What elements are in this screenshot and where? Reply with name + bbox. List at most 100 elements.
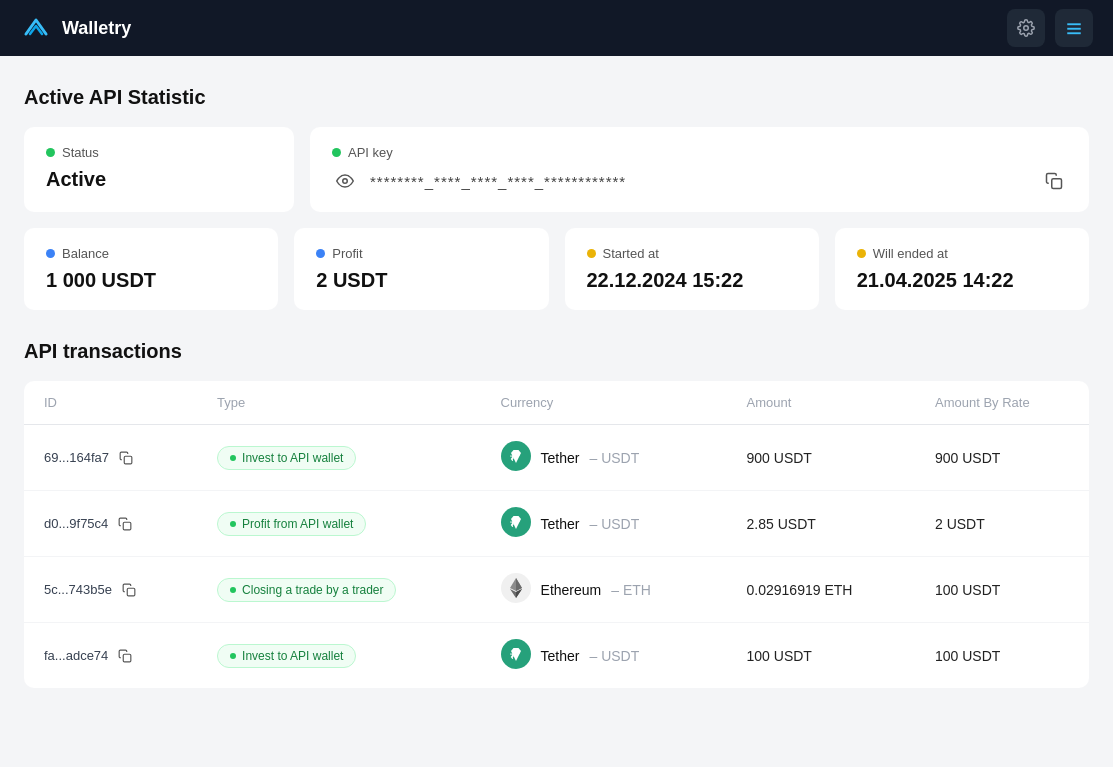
tx-id-cell: d0...9f75c4: [24, 491, 197, 557]
page-title: Active API Statistic: [24, 86, 1089, 109]
tx-type-cell: Invest to API wallet: [197, 623, 481, 689]
svg-rect-5: [1052, 179, 1062, 189]
type-badge: Closing a trade by a trader: [217, 578, 396, 602]
currency-ticker: – ETH: [611, 582, 651, 598]
balance-card: Balance 1 000 USDT: [24, 228, 278, 310]
will-ended-at-label: Will ended at: [857, 246, 1067, 261]
settings-button[interactable]: [1007, 9, 1045, 47]
copy-tx-id-button[interactable]: [120, 581, 138, 599]
col-type: Type: [197, 381, 481, 425]
transactions-title: API transactions: [24, 340, 1089, 363]
main-content: Active API Statistic Status Active API k…: [0, 56, 1113, 718]
type-badge-dot: [230, 587, 236, 593]
will-ended-at-value: 21.04.2025 14:22: [857, 269, 1067, 292]
status-dot: [46, 148, 55, 157]
api-key-masked: ********_****_****_****_************: [370, 173, 1029, 190]
currency-name: Tether: [541, 450, 580, 466]
tx-id-text: d0...9f75c4: [44, 516, 108, 531]
profit-card: Profit 2 USDT: [294, 228, 548, 310]
table-body: 69...164fa7 Invest to API wallet: [24, 425, 1089, 689]
table-row: 69...164fa7 Invest to API wallet: [24, 425, 1089, 491]
svg-rect-6: [124, 456, 132, 464]
started-at-card: Started at 22.12.2024 15:22: [565, 228, 819, 310]
tx-type-cell: Profit from API wallet: [197, 491, 481, 557]
tx-id-text: 69...164fa7: [44, 450, 109, 465]
navbar: Walletry: [0, 0, 1113, 56]
type-badge: Profit from API wallet: [217, 512, 366, 536]
currency-name: Ethereum: [541, 582, 602, 598]
copy-api-key-button[interactable]: [1041, 168, 1067, 194]
type-text: Invest to API wallet: [242, 451, 343, 465]
currency-icon: [501, 573, 531, 606]
type-badge: Invest to API wallet: [217, 446, 356, 470]
tx-type-cell: Closing a trade by a trader: [197, 557, 481, 623]
currency-name: Tether: [541, 648, 580, 664]
will-ended-at-card: Will ended at 21.04.2025 14:22: [835, 228, 1089, 310]
tx-id-cell: 5c...743b5e: [24, 557, 197, 623]
top-cards-row: Status Active API key ********_****_****…: [24, 127, 1089, 212]
currency-icon: ₮: [501, 441, 531, 474]
tx-amount-by-rate-cell: 100 USDT: [915, 557, 1089, 623]
bottom-cards-row: Balance 1 000 USDT Profit 2 USDT Started…: [24, 228, 1089, 310]
eye-icon: [336, 172, 354, 190]
brand-name: Walletry: [62, 18, 131, 39]
copy-icon: [122, 583, 136, 597]
started-at-dot: [587, 249, 596, 258]
table-row: d0...9f75c4 Profit from API wallet: [24, 491, 1089, 557]
type-text: Profit from API wallet: [242, 517, 353, 531]
api-dot: [332, 148, 341, 157]
started-at-value: 22.12.2024 15:22: [587, 269, 797, 292]
table-row: fa...adce74 Invest to API wallet: [24, 623, 1089, 689]
type-text: Closing a trade by a trader: [242, 583, 383, 597]
svg-point-0: [1024, 26, 1029, 31]
table-header: ID Type Currency Amount Amount By Rate: [24, 381, 1089, 425]
tx-amount-cell: 900 USDT: [727, 425, 915, 491]
type-badge-dot: [230, 653, 236, 659]
tx-id-text: fa...adce74: [44, 648, 108, 663]
type-badge-dot: [230, 521, 236, 527]
copy-tx-id-button[interactable]: [117, 449, 135, 467]
balance-dot: [46, 249, 55, 258]
status-value: Active: [46, 168, 272, 191]
tx-amount-cell: 2.85 USDT: [727, 491, 915, 557]
currency-ticker: – USDT: [589, 450, 639, 466]
tx-id-cell: fa...adce74: [24, 623, 197, 689]
will-ended-at-dot: [857, 249, 866, 258]
currency-icon: ₮: [501, 507, 531, 540]
gear-icon: [1017, 19, 1035, 37]
currency-ticker: – USDT: [589, 516, 639, 532]
type-badge-dot: [230, 455, 236, 461]
currency-cell: ₮ Tether – USDT: [501, 507, 707, 540]
copy-tx-id-button[interactable]: [116, 647, 134, 665]
profit-dot: [316, 249, 325, 258]
tx-type-cell: Invest to API wallet: [197, 425, 481, 491]
menu-icon: [1065, 19, 1083, 37]
brand: Walletry: [20, 12, 131, 44]
transactions-table: ID Type Currency Amount Amount By Rate 6…: [24, 381, 1089, 688]
show-api-key-button[interactable]: [332, 168, 358, 194]
currency-icon: ₮: [501, 639, 531, 672]
tx-amount-cell: 0.02916919 ETH: [727, 557, 915, 623]
balance-label: Balance: [46, 246, 256, 261]
col-id: ID: [24, 381, 197, 425]
svg-point-4: [343, 179, 348, 184]
table-row: 5c...743b5e Closing a trade by a trader: [24, 557, 1089, 623]
tx-amount-by-rate-cell: 100 USDT: [915, 623, 1089, 689]
transactions-table-container: ID Type Currency Amount Amount By Rate 6…: [24, 381, 1089, 688]
menu-button[interactable]: [1055, 9, 1093, 47]
tx-amount-by-rate-cell: 900 USDT: [915, 425, 1089, 491]
transactions-section: API transactions ID Type Currency Amount…: [24, 340, 1089, 688]
logo-icon: [20, 12, 52, 44]
currency-ticker: – USDT: [589, 648, 639, 664]
tx-currency-cell: Ethereum – ETH: [481, 557, 727, 623]
col-currency: Currency: [481, 381, 727, 425]
currency-cell: ₮ Tether – USDT: [501, 639, 707, 672]
profit-label: Profit: [316, 246, 526, 261]
type-text: Invest to API wallet: [242, 649, 343, 663]
copy-tx-id-button[interactable]: [116, 515, 134, 533]
tx-amount-cell: 100 USDT: [727, 623, 915, 689]
currency-name: Tether: [541, 516, 580, 532]
status-card: Status Active: [24, 127, 294, 212]
copy-icon: [118, 649, 132, 663]
api-key-row: ********_****_****_****_************: [332, 168, 1067, 194]
